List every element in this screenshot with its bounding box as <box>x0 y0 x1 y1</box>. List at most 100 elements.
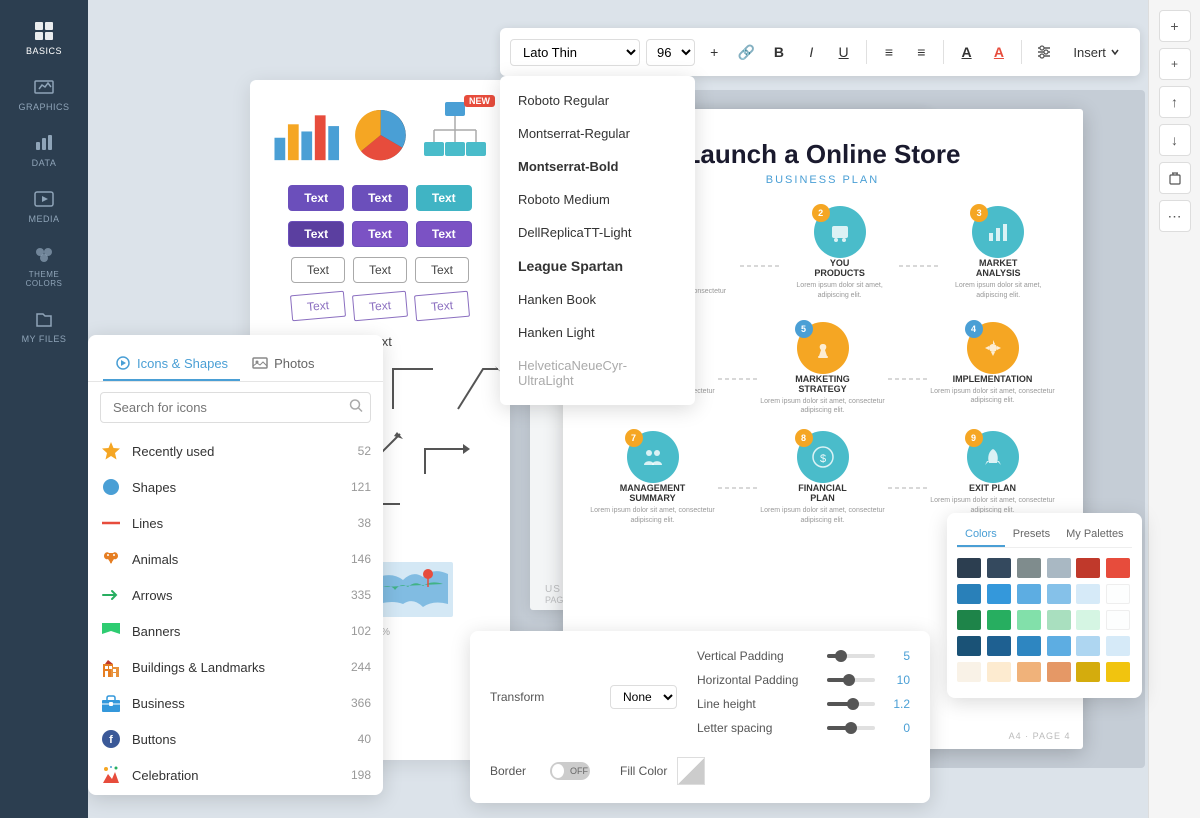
line-height-slider[interactable] <box>827 702 875 706</box>
swatch-1-3[interactable] <box>1017 558 1041 578</box>
swatch-2-6[interactable] <box>1106 584 1130 604</box>
sidebar-item-my-files[interactable]: MY FILES <box>0 298 88 354</box>
category-shapes[interactable]: Shapes 121 <box>100 469 371 505</box>
move-up-btn[interactable]: ↑ <box>1159 86 1191 118</box>
font-size-selector[interactable]: 96 <box>646 39 695 66</box>
swatch-3-1[interactable] <box>957 610 981 630</box>
delete-btn[interactable] <box>1159 162 1191 194</box>
category-lines[interactable]: Lines 38 <box>100 505 371 541</box>
bold-btn[interactable]: B <box>766 38 792 66</box>
font-option-league-spartan[interactable]: League Spartan <box>500 249 695 283</box>
category-celebration[interactable]: Celebration 198 <box>100 757 371 793</box>
swatch-3-5[interactable] <box>1076 610 1100 630</box>
horizontal-padding-slider[interactable] <box>827 678 875 682</box>
vertical-padding-slider[interactable] <box>827 654 875 658</box>
move-down-btn[interactable]: ↓ <box>1159 124 1191 156</box>
category-buttons[interactable]: f Buttons 40 <box>100 721 371 757</box>
swatch-5-4[interactable] <box>1047 662 1071 682</box>
category-buildings[interactable]: Buildings & Landmarks 244 <box>100 649 371 685</box>
sidebar-item-theme-colors[interactable]: THEMECOLORS <box>0 234 88 298</box>
text-btn-diamond-3[interactable]: Text <box>414 291 470 322</box>
swatch-2-5[interactable] <box>1076 584 1100 604</box>
swatch-5-5[interactable] <box>1076 662 1100 682</box>
category-arrows[interactable]: Arrows 335 <box>100 577 371 613</box>
sidebar-item-data[interactable]: DATA <box>0 122 88 178</box>
text-btn-outline-2[interactable]: Text <box>353 257 407 283</box>
font-option-roboto-regular[interactable]: Roboto Regular <box>500 84 695 117</box>
font-option-hanken-book[interactable]: Hanken Book <box>500 283 695 316</box>
tab-photos[interactable]: Photos <box>240 347 326 381</box>
text-btn-outline-1[interactable]: Text <box>291 257 345 283</box>
category-business[interactable]: Business 366 <box>100 685 371 721</box>
text-btn-purple-1[interactable]: Text <box>288 185 344 211</box>
colors-tab-presets[interactable]: Presets <box>1005 523 1058 547</box>
swatch-1-6[interactable] <box>1106 558 1130 578</box>
tab-icons-shapes[interactable]: Icons & Shapes <box>103 347 240 381</box>
sidebar-item-graphics[interactable]: GRAPHICS <box>0 66 88 122</box>
colors-tab-colors[interactable]: Colors <box>957 523 1005 547</box>
swatch-3-6[interactable] <box>1106 610 1130 630</box>
font-option-helvetica-ultralight[interactable]: HelveticaNeueCyr-UltraLight <box>500 349 695 397</box>
font-option-montserrat-bold[interactable]: Montserrat-Bold <box>500 150 695 183</box>
insert-btn[interactable]: Insert <box>1063 41 1130 64</box>
text-btn-med-purple[interactable]: Text <box>352 221 408 247</box>
font-option-roboto-medium[interactable]: Roboto Medium <box>500 183 695 216</box>
add-text-btn[interactable]: + <box>701 38 727 66</box>
link-btn[interactable]: 🔗 <box>733 38 759 66</box>
font-option-dellreplica[interactable]: DellReplicaTT-Light <box>500 216 695 249</box>
text-btn-diamond-1[interactable]: Text <box>290 291 346 322</box>
more-options-btn[interactable]: ⋯ <box>1159 200 1191 232</box>
swatch-4-2[interactable] <box>987 636 1011 656</box>
swatch-2-1[interactable] <box>957 584 981 604</box>
swatch-3-4[interactable] <box>1047 610 1071 630</box>
text-btn-diamond-2[interactable]: Text <box>352 291 408 322</box>
sidebar-item-media[interactable]: MEDIA <box>0 178 88 234</box>
font-option-hanken-light[interactable]: Hanken Light <box>500 316 695 349</box>
swatch-4-3[interactable] <box>1017 636 1041 656</box>
fill-color-picker[interactable] <box>677 757 705 785</box>
category-animals[interactable]: Animals 146 <box>100 541 371 577</box>
colors-tab-my-palettes[interactable]: My Palettes <box>1058 523 1131 547</box>
swatch-4-1[interactable] <box>957 636 981 656</box>
category-banners[interactable]: Banners 102 <box>100 613 371 649</box>
swatch-4-4[interactable] <box>1047 636 1071 656</box>
settings-btn[interactable] <box>1031 38 1057 66</box>
font-option-montserrat-regular[interactable]: Montserrat-Regular <box>500 117 695 150</box>
swatch-1-1[interactable] <box>957 558 981 578</box>
swatch-1-5[interactable] <box>1076 558 1100 578</box>
swatch-1-4[interactable] <box>1047 558 1071 578</box>
swatch-5-1[interactable] <box>957 662 981 682</box>
add-top-btn[interactable]: + <box>1159 10 1191 42</box>
swatch-2-3[interactable] <box>1017 584 1041 604</box>
swatch-4-5[interactable] <box>1076 636 1100 656</box>
list-btn[interactable]: ≡ <box>908 38 934 66</box>
text-btn-purple-2[interactable]: Text <box>352 185 408 211</box>
swatch-5-2[interactable] <box>987 662 1011 682</box>
border-toggle[interactable]: OFF <box>550 762 590 780</box>
search-icon[interactable] <box>349 398 363 417</box>
italic-btn[interactable]: I <box>798 38 824 66</box>
add-right-btn[interactable]: + <box>1159 48 1191 80</box>
swatch-5-3[interactable] <box>1017 662 1041 682</box>
font-selector[interactable]: Lato Thin <box>510 39 640 66</box>
align-btn[interactable]: ≡ <box>876 38 902 66</box>
text-btn-teal-1[interactable]: Text <box>416 185 472 211</box>
swatch-1-2[interactable] <box>987 558 1011 578</box>
text-btn-outline-3[interactable]: Text <box>415 257 469 283</box>
letter-spacing-slider[interactable] <box>827 726 875 730</box>
underline-btn[interactable]: U <box>830 38 856 66</box>
swatch-5-6[interactable] <box>1106 662 1130 682</box>
swatch-3-2[interactable] <box>987 610 1011 630</box>
text-btn-med-purple-2[interactable]: Text <box>416 221 472 247</box>
swatch-2-4[interactable] <box>1047 584 1071 604</box>
sidebar-item-basics[interactable]: BASICS <box>0 10 88 66</box>
transform-select[interactable]: None <box>610 685 677 709</box>
swatch-2-2[interactable] <box>987 584 1011 604</box>
font-color-btn[interactable]: A <box>953 38 979 66</box>
bg-color-btn[interactable]: A <box>986 38 1012 66</box>
search-input[interactable] <box>100 392 371 423</box>
text-btn-dark-purple[interactable]: Text <box>288 221 344 247</box>
swatch-3-3[interactable] <box>1017 610 1041 630</box>
category-recently-used[interactable]: Recently used 52 <box>100 433 371 469</box>
swatch-4-6[interactable] <box>1106 636 1130 656</box>
